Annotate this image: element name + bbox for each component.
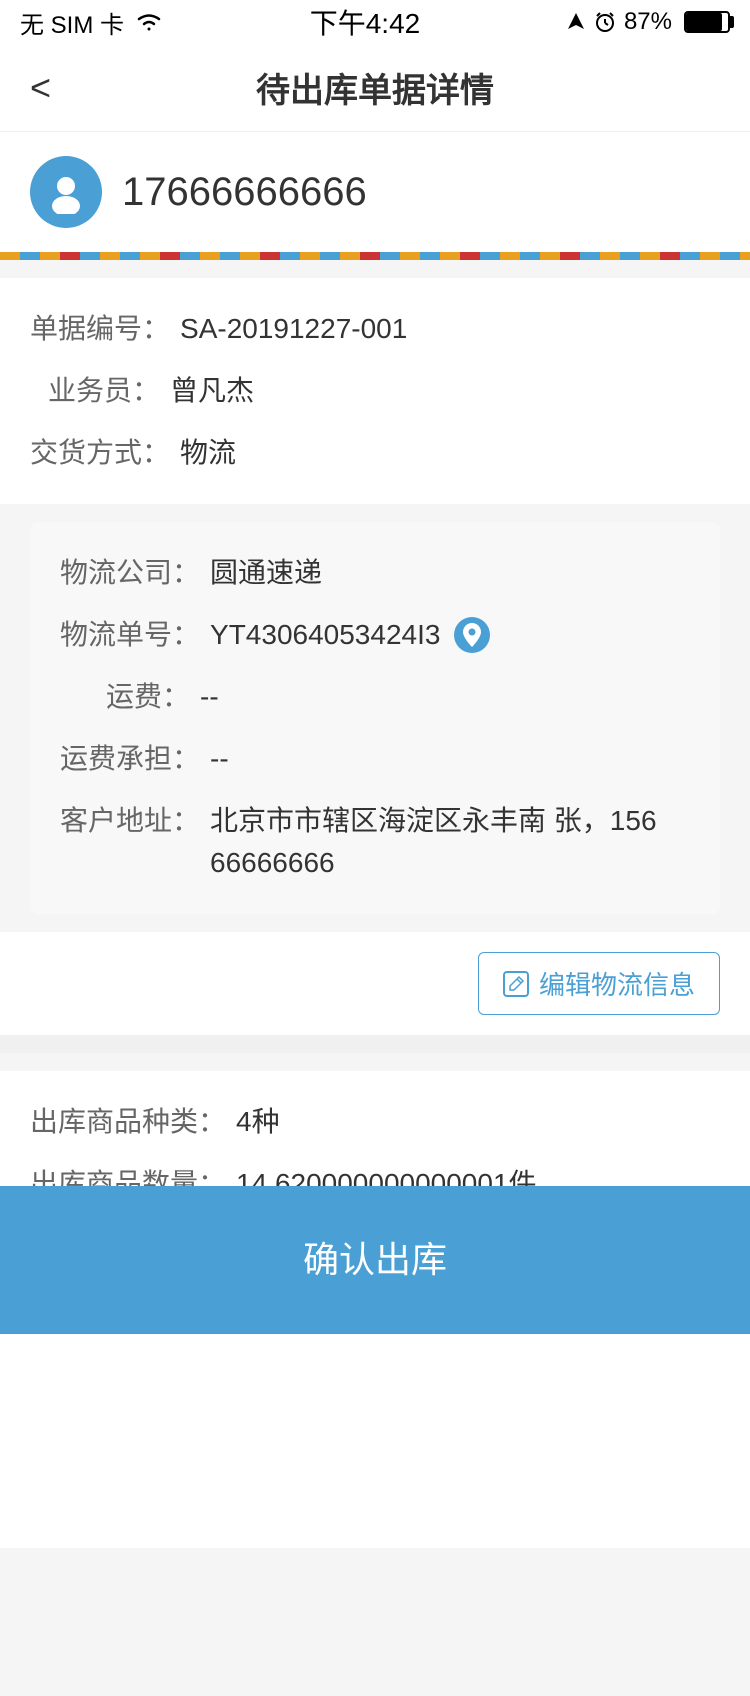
edit-logistics-area: 编辑物流信息 xyxy=(0,932,750,1035)
dashed-divider xyxy=(0,252,750,260)
status-left: 无 SIM 卡 xyxy=(20,5,164,40)
category-row: 出库商品种类： 4种 xyxy=(30,1101,720,1143)
sales-person-label: 业务员： xyxy=(30,370,160,412)
battery-icon xyxy=(684,11,730,33)
category-label: 出库商品种类： xyxy=(30,1101,226,1143)
status-right: 87% xyxy=(566,8,730,36)
freight-row: 运费： -- xyxy=(60,676,690,718)
document-number-value: SA-20191227-001 xyxy=(180,308,720,350)
logistics-company-label: 物流公司： xyxy=(60,552,200,594)
battery-percent: 87% xyxy=(624,8,672,36)
delivery-method-label: 交货方式： xyxy=(30,432,170,474)
carrier-text: 无 SIM 卡 xyxy=(20,5,124,40)
customer-address-label: 客户地址： xyxy=(60,800,200,884)
tracking-number-label: 物流单号： xyxy=(60,614,200,656)
avatar-icon xyxy=(44,170,88,214)
page-title: 待出库单据详情 xyxy=(256,63,494,112)
nav-bar: < 待出库单据详情 xyxy=(0,44,750,132)
sales-person-row: 业务员： 曾凡杰 xyxy=(30,370,720,412)
edit-logistics-label: 编辑物流信息 xyxy=(539,965,695,1002)
back-button[interactable]: < xyxy=(30,67,51,109)
wifi-icon xyxy=(134,11,164,33)
freight-bearer-label: 运费承担： xyxy=(60,738,200,780)
content-spacer xyxy=(0,1348,750,1548)
edit-logistics-button[interactable]: 编辑物流信息 xyxy=(478,952,720,1015)
freight-bearer-row: 运费承担： -- xyxy=(60,738,690,780)
customer-address-row: 客户地址： 北京市市辖区海淀区永丰南 张，156 66666666 xyxy=(60,800,690,884)
avatar xyxy=(30,156,102,228)
logistics-company-value: 圆通速递 xyxy=(210,552,690,594)
user-phone: 17666666666 xyxy=(122,170,367,215)
document-number-row: 单据编号： SA-20191227-001 xyxy=(30,308,720,350)
status-time: 下午4:42 xyxy=(310,2,421,42)
freight-bearer-value: -- xyxy=(210,738,690,780)
bottom-space xyxy=(0,1548,750,1696)
confirm-button-wrapper: 确认出库 xyxy=(0,1186,750,1334)
category-value: 4种 xyxy=(236,1101,720,1143)
delivery-method-value: 物流 xyxy=(180,432,720,474)
delivery-method-row: 交货方式： 物流 xyxy=(30,432,720,474)
logistics-card: 物流公司： 圆通速递 物流单号： YT43064053424I3 运费： -- … xyxy=(30,522,720,914)
freight-label: 运费： xyxy=(60,676,190,718)
logistics-company-row: 物流公司： 圆通速递 xyxy=(60,552,690,594)
alarm-icon xyxy=(594,11,616,33)
map-location-icon[interactable] xyxy=(454,617,490,653)
tracking-number-value: YT43064053424I3 xyxy=(210,614,690,656)
sales-person-value: 曾凡杰 xyxy=(170,370,720,412)
user-header: 17666666666 xyxy=(0,132,750,252)
tracking-number-row: 物流单号： YT43064053424I3 xyxy=(60,614,690,656)
status-bar: 无 SIM 卡 下午4:42 87% xyxy=(0,0,750,44)
section-separator-1 xyxy=(0,1035,750,1053)
customer-address-value: 北京市市辖区海淀区永丰南 张，156 66666666 xyxy=(210,800,690,884)
document-number-label: 单据编号： xyxy=(30,308,170,350)
order-info-section: 单据编号： SA-20191227-001 业务员： 曾凡杰 交货方式： 物流 xyxy=(0,278,750,504)
edit-icon xyxy=(503,971,529,997)
confirm-outbound-button[interactable]: 确认出库 xyxy=(30,1216,720,1304)
location-status-icon xyxy=(566,11,586,33)
freight-value: -- xyxy=(200,676,690,718)
